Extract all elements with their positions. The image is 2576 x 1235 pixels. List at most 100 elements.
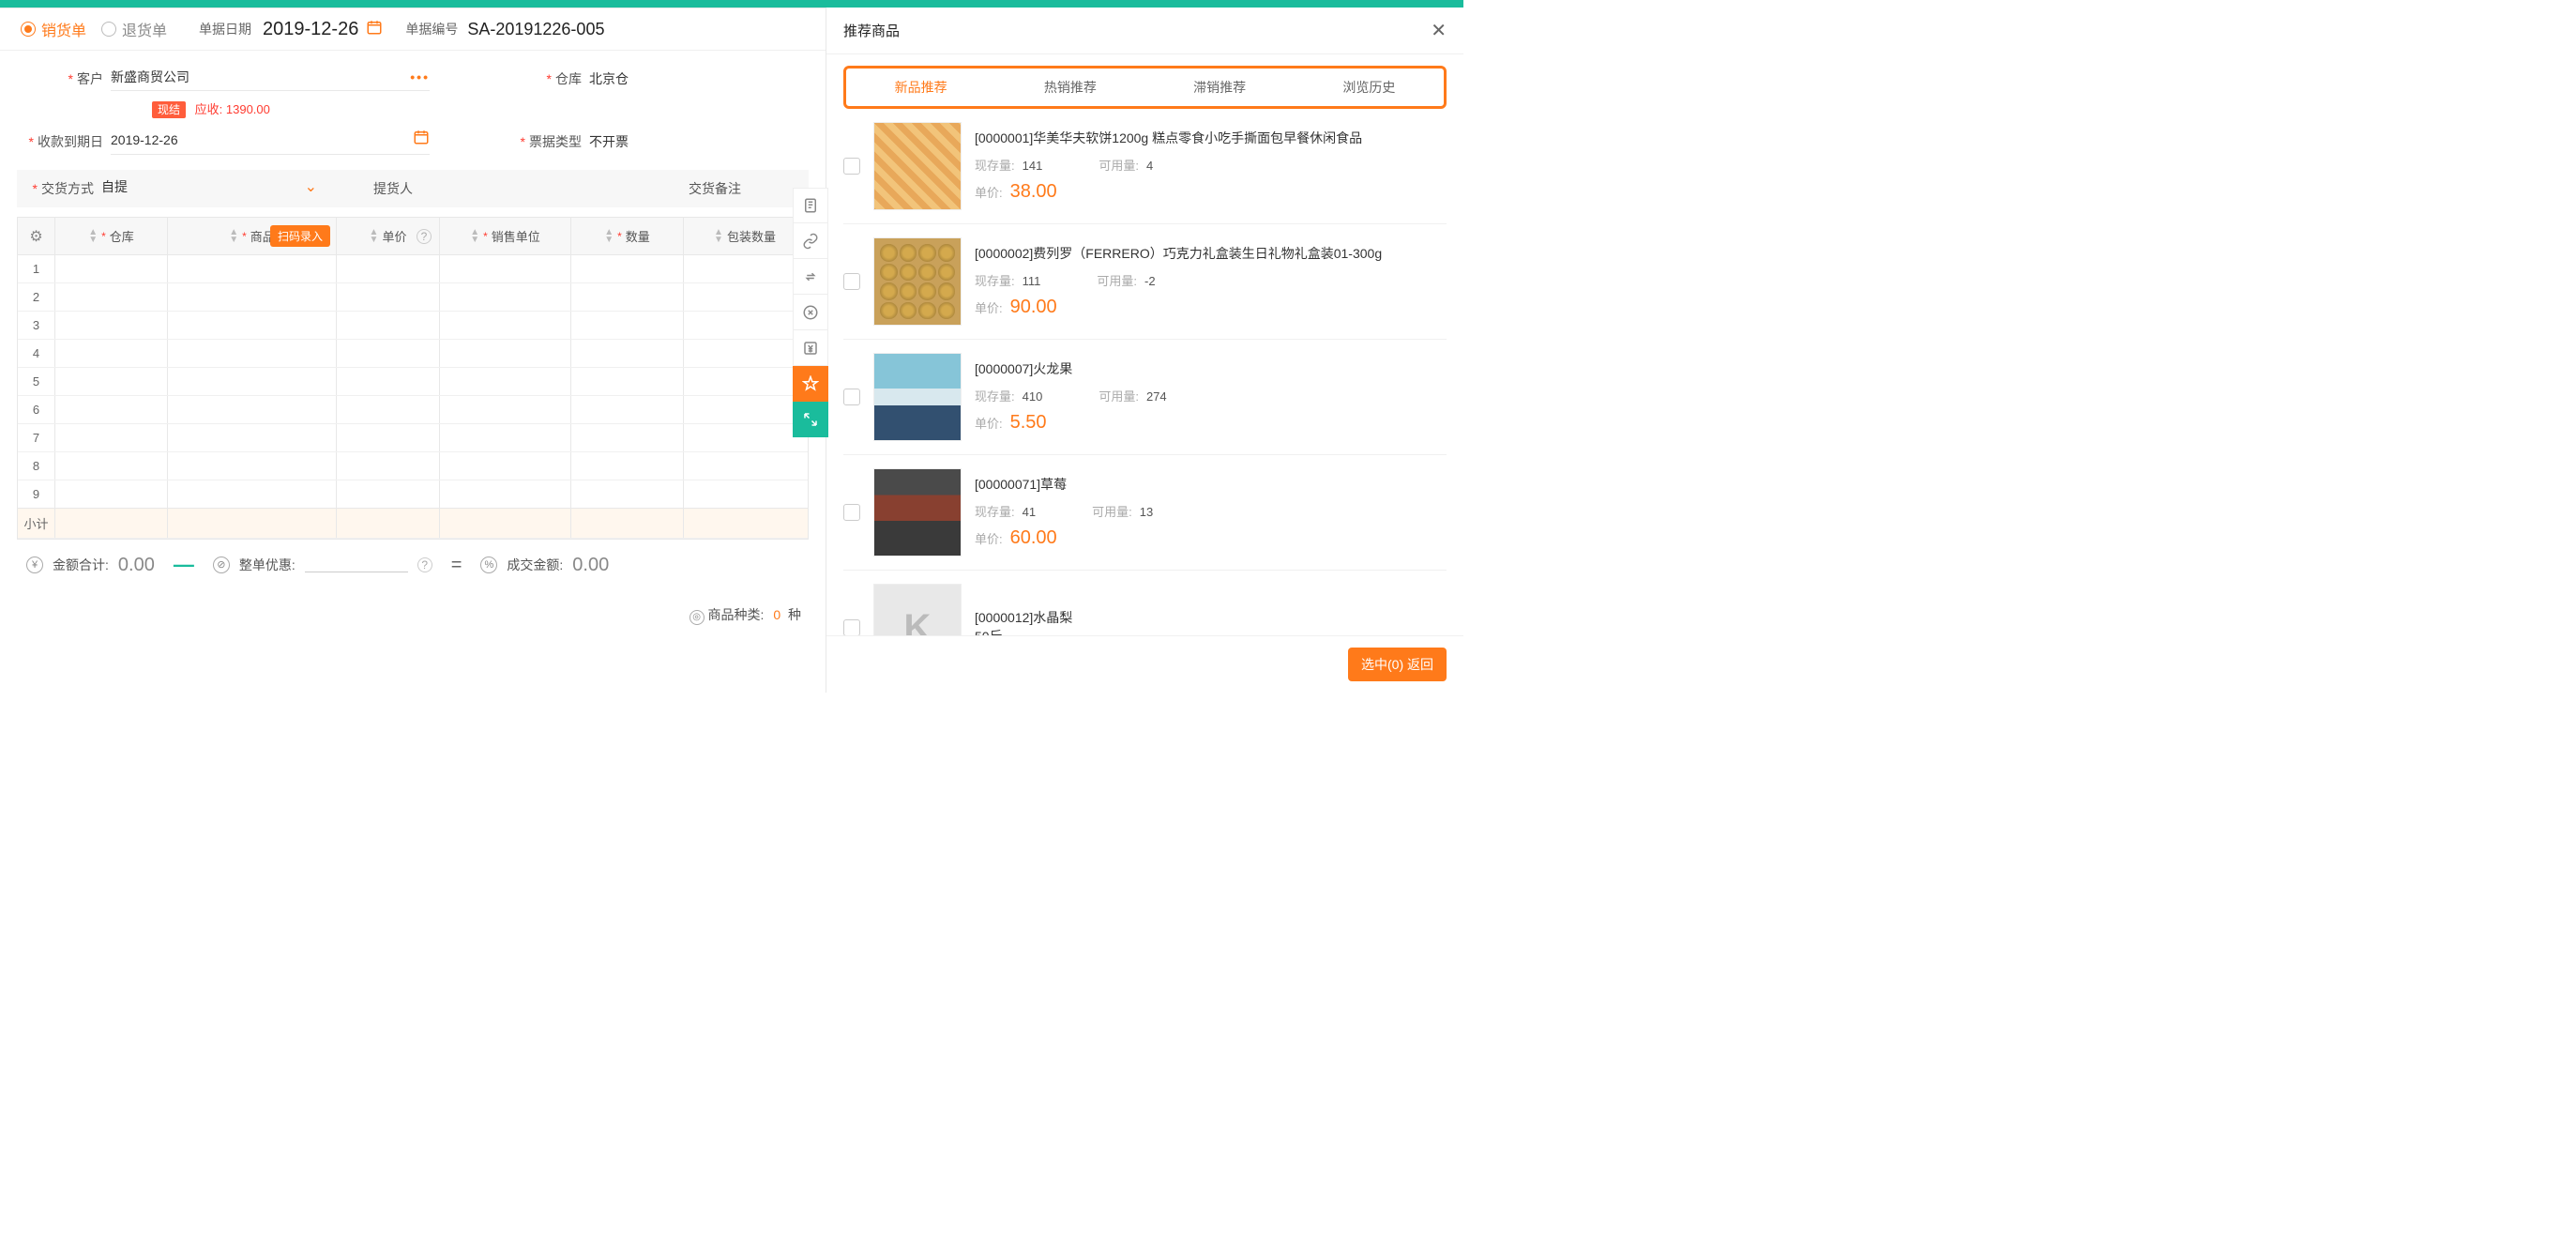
receivable-label: 应收: [195,102,223,116]
picker-field[interactable] [420,187,608,191]
product-checkbox[interactable] [843,273,860,290]
gear-icon: ⚙ [29,227,42,246]
col-product[interactable]: ▲▼*商品扫码录入 [168,218,337,254]
table-row[interactable]: 4 [18,340,808,368]
product-name: [00000071]草莓 [975,476,1447,495]
product-item[interactable]: K [0000012]水晶梨50斤 [843,571,1447,635]
product-name: [0000001]华美华夫软饼1200g 糕点零食小吃手撕面包早餐休闲食品 [975,130,1447,148]
total-label: 金额合计: [53,556,109,574]
table-row[interactable]: 2 [18,283,808,312]
product-checkbox[interactable] [843,504,860,521]
doc-no-value: SA-20191226-005 [467,20,604,39]
total-value: 0.00 [118,555,155,576]
due-value: 2019-12-26 [111,132,178,147]
discount-label: 整单优惠: [239,556,295,574]
table-row[interactable]: 6 [18,396,808,424]
tool-star-icon[interactable] [793,366,828,402]
product-name: [0000002]费列罗（FERRERO）巧克力礼盒装生日礼物礼盒装01-300… [975,245,1447,264]
calendar-icon[interactable] [366,19,383,40]
warehouse-label: 仓库 [555,71,582,86]
tab-history[interactable]: 浏览历史 [1295,69,1444,106]
table-row[interactable]: 8 [18,452,808,480]
left-header: 销货单 退货单 单据日期 2019-12-26 单据编号 SA-20191226… [0,8,826,51]
table-row[interactable]: 9 [18,480,808,509]
select-return-button[interactable]: 选中(0) 返回 [1348,648,1447,681]
tab-hot[interactable]: 热销推荐 [995,69,1144,106]
tool-currency-icon[interactable] [793,330,828,366]
due-label: 收款到期日 [38,134,103,149]
product-item[interactable]: [0000002]费列罗（FERRERO）巧克力礼盒装生日礼物礼盒装01-300… [843,224,1447,340]
more-icon[interactable]: ••• [410,69,430,84]
product-item[interactable]: [0000007]火龙果现存量:410可用量:274单价:5.50 [843,340,1447,455]
customer-label: 客户 [77,71,103,86]
col-pkg-qty[interactable]: ▲▼包装数量 [684,218,806,254]
col-warehouse[interactable]: ▲▼*仓库 [55,218,168,254]
customer-value: 新盛商贸公司 [111,68,189,86]
product-thumb [873,353,962,441]
radio-sales-order[interactable]: 销货单 [21,18,86,40]
delivery-method-label: 交货方式 [41,181,94,196]
ticket-value[interactable]: 不开票 [589,132,777,151]
tool-discount-icon[interactable] [793,295,828,330]
tab-slow[interactable]: 滞销推荐 [1145,69,1295,106]
product-thumb [873,468,962,557]
col-price[interactable]: ▲▼单价? [337,218,440,254]
percent-icon: % [480,557,497,573]
product-item[interactable]: [0000001]华美华夫软饼1200g 糕点零食小吃手撕面包早餐休闲食品现存量… [843,109,1447,224]
product-name: [0000012]水晶梨50斤 [975,609,1447,635]
customer-field[interactable]: 新盛商贸公司 ••• [111,68,430,91]
scan-button[interactable]: 扫码录入 [270,225,330,247]
radio-return-order[interactable]: 退货单 [101,18,167,40]
discount-input[interactable] [305,557,408,572]
help-icon[interactable]: ? [417,557,432,572]
tab-new[interactable]: 新品推荐 [846,69,995,106]
doc-date-value[interactable]: 2019-12-26 [263,19,358,40]
receivable-row: 现结 应收: 1390.00 [152,99,826,117]
product-checkbox[interactable] [843,158,860,175]
product-checkbox[interactable] [843,619,860,635]
discount-icon: ⊘ [213,557,230,573]
table-row[interactable]: 1 [18,255,808,283]
ticket-label: 票据类型 [529,134,582,149]
picker-label: 提货人 [364,179,420,198]
product-thumb [873,237,962,326]
help-icon[interactable]: ? [417,229,432,244]
kind-unit: 种 [788,607,801,622]
product-checkbox[interactable] [843,389,860,405]
calendar-icon[interactable] [413,129,430,150]
equals-icon: = [451,555,462,576]
table-row[interactable]: 3 [18,312,808,340]
radio-sales-label: 销货单 [41,18,86,40]
doc-no-label: 单据编号 [405,20,458,38]
warehouse-value[interactable]: 北京仓 [589,69,777,88]
col-qty[interactable]: ▲▼*数量 [571,218,684,254]
kind-icon: ◎ [689,610,705,625]
delivery-method-field[interactable]: 自提 ⌄ [101,177,317,200]
product-thumb [873,122,962,210]
deal-value: 0.00 [572,555,609,576]
badge-now: 现结 [152,101,186,118]
due-field[interactable]: 2019-12-26 [111,129,430,155]
product-item[interactable]: [00000071]草莓现存量:41可用量:13单价:60.00 [843,455,1447,571]
close-icon[interactable]: ✕ [1431,19,1447,42]
table-row[interactable]: 5 [18,368,808,396]
delivery-method-value: 自提 [101,177,128,196]
table-row[interactable]: 7 [18,424,808,452]
kind-value: 0 [773,607,780,622]
subtotal-label: 小计 [18,509,55,538]
col-sales-unit[interactable]: ▲▼*销售单位 [440,218,571,254]
product-thumb: K [873,584,962,635]
radio-icon [101,22,116,37]
product-name: [0000007]火龙果 [975,360,1447,379]
kind-label: 商品种类: [708,607,765,622]
tool-swap-icon[interactable] [793,259,828,295]
panel-title: 推荐商品 [843,21,900,40]
tool-expand-icon[interactable] [793,402,828,437]
yen-icon: ¥ [26,557,43,573]
minus-icon: — [174,553,194,577]
receivable-value: 1390.00 [226,102,270,116]
doc-date-label: 单据日期 [199,20,251,38]
recommend-tabs: 新品推荐 热销推荐 滞销推荐 浏览历史 [843,66,1447,109]
col-settings[interactable]: ⚙ [18,218,55,254]
remark-label: 交货备注 [683,179,749,198]
